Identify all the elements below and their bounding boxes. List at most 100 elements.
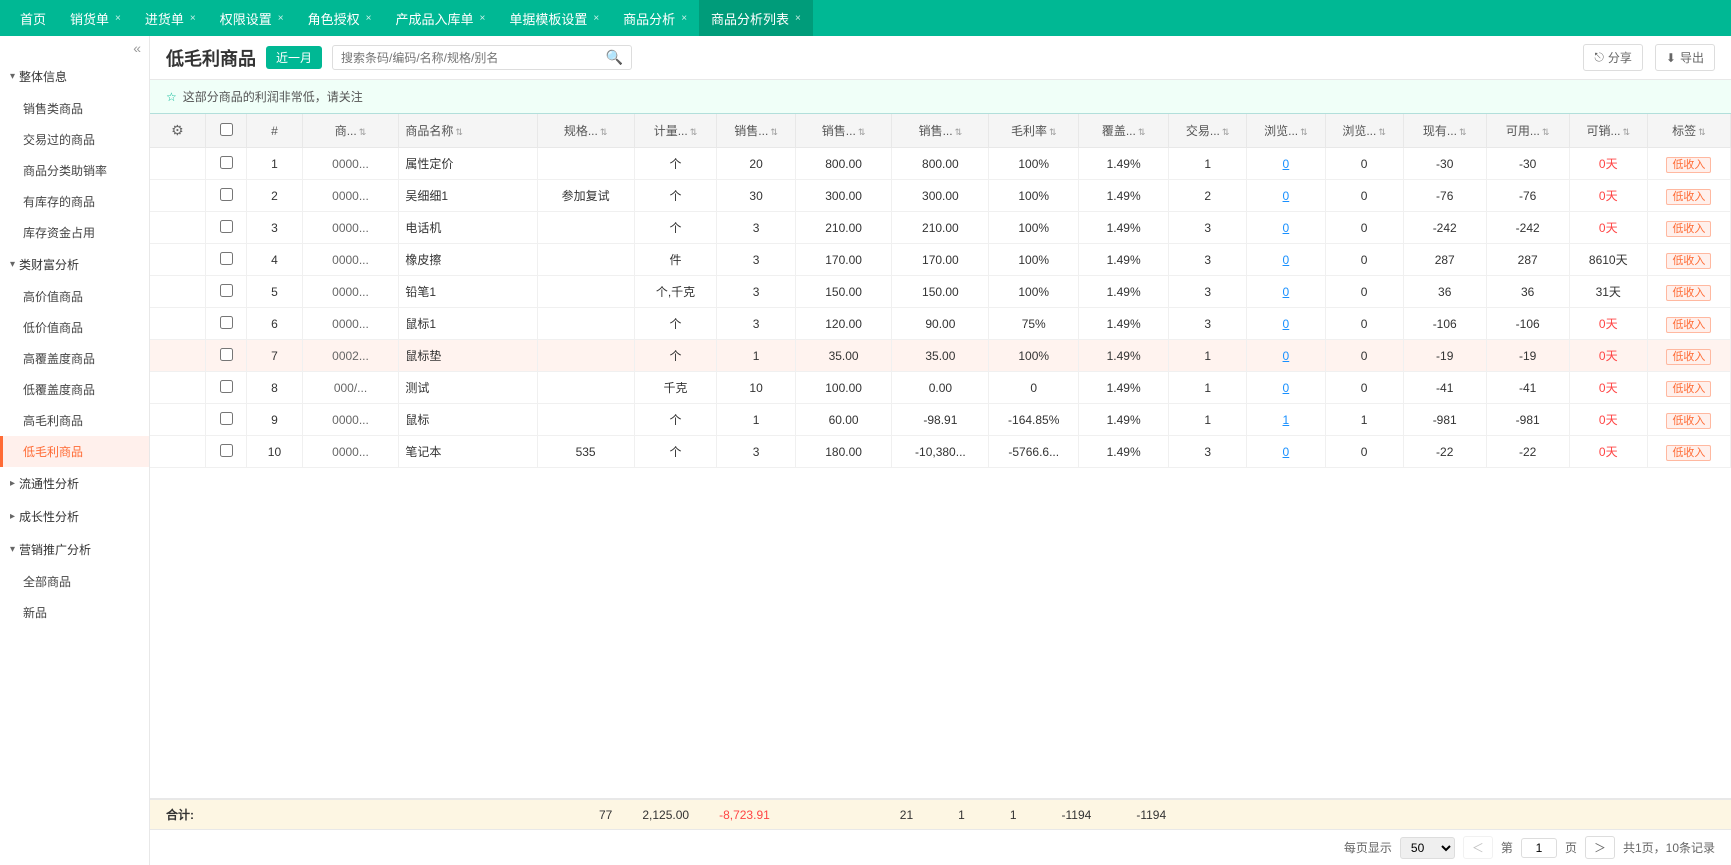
th-tag[interactable]: 标签⇅ — [1647, 114, 1730, 148]
nav-close-icon[interactable]: × — [190, 13, 196, 24]
th-avail[interactable]: 可用...⇅ — [1486, 114, 1569, 148]
gear-icon[interactable]: ⚙ — [171, 122, 184, 138]
row-checkbox[interactable] — [220, 444, 233, 457]
cell-browse1[interactable]: 0 — [1247, 244, 1325, 276]
th-sale-total[interactable]: 销售...⇅ — [892, 114, 989, 148]
th-cover-rate[interactable]: 覆盖...⇅ — [1079, 114, 1169, 148]
cell-browse1[interactable]: 0 — [1247, 212, 1325, 244]
date-filter-button[interactable]: 近一月 — [266, 46, 322, 69]
sidebar-section-growth[interactable]: ▸ 成长性分析 — [0, 500, 149, 533]
cell-browse1[interactable]: 0 — [1247, 276, 1325, 308]
row-checkbox[interactable] — [220, 156, 233, 169]
row-checkbox[interactable] — [220, 220, 233, 233]
nav-close-icon[interactable]: × — [593, 13, 599, 24]
th-gross-rate[interactable]: 毛利率⇅ — [989, 114, 1079, 148]
page-size-select[interactable]: 50 100 200 — [1400, 837, 1455, 859]
cell-sale-total: 90.00 — [892, 308, 989, 340]
cell-checkbox[interactable] — [205, 180, 246, 212]
th-browse1[interactable]: 浏览...⇅ — [1247, 114, 1325, 148]
sidebar-item-stock-capital[interactable]: 库存资金占用 — [0, 217, 149, 248]
search-icon[interactable]: 🔍 — [606, 49, 623, 66]
sidebar-item-low-margin[interactable]: 低毛利商品 — [0, 436, 149, 467]
th-name[interactable]: 商品名称⇅ — [399, 114, 537, 148]
th-unit[interactable]: 计量...⇅ — [634, 114, 717, 148]
sidebar-item-high-value[interactable]: 高价值商品 — [0, 281, 149, 312]
sidebar-item-high-coverage[interactable]: 高覆盖度商品 — [0, 343, 149, 374]
nav-home[interactable]: 首页 — [8, 0, 58, 36]
sidebar-item-new-goods[interactable]: 新品 — [0, 597, 149, 628]
cell-checkbox[interactable] — [205, 148, 246, 180]
th-settings[interactable]: ⚙ — [150, 114, 205, 148]
nav-product-instock[interactable]: 产成品入库单 × — [383, 0, 497, 36]
sidebar-item-low-value[interactable]: 低价值商品 — [0, 312, 149, 343]
nav-template[interactable]: 单据模板设置 × — [497, 0, 611, 36]
cell-checkbox[interactable] — [205, 372, 246, 404]
nav-close-icon[interactable]: × — [681, 13, 687, 24]
select-all-checkbox[interactable] — [220, 123, 233, 136]
cell-checkbox[interactable] — [205, 212, 246, 244]
cell-browse1[interactable]: 0 — [1247, 308, 1325, 340]
nav-close-icon[interactable]: × — [366, 13, 372, 24]
th-sale-price[interactable]: 销售...⇅ — [795, 114, 892, 148]
cell-checkbox[interactable] — [205, 308, 246, 340]
th-trade-num[interactable]: 交易...⇅ — [1169, 114, 1247, 148]
sidebar-item-all-goods[interactable]: 全部商品 — [0, 566, 149, 597]
export-button[interactable]: ⬇ 导出 — [1655, 44, 1715, 71]
cell-sale-num: 3 — [717, 436, 795, 468]
th-checkbox[interactable] — [205, 114, 246, 148]
cell-checkbox[interactable] — [205, 404, 246, 436]
nav-close-icon[interactable]: × — [479, 13, 485, 24]
sidebar-item-sales-goods[interactable]: 销售类商品 — [0, 93, 149, 124]
cell-checkbox[interactable] — [205, 244, 246, 276]
th-stock[interactable]: 现有...⇅ — [1403, 114, 1486, 148]
row-checkbox[interactable] — [220, 252, 233, 265]
share-button[interactable]: ⎋ 分享 — [1583, 44, 1643, 71]
row-checkbox[interactable] — [220, 412, 233, 425]
cell-tag: 低收入 — [1647, 308, 1730, 340]
nav-close-icon[interactable]: × — [795, 13, 801, 24]
th-spec[interactable]: 规格...⇅ — [537, 114, 634, 148]
row-checkbox[interactable] — [220, 380, 233, 393]
sidebar-section-circulation[interactable]: ▸ 流通性分析 — [0, 467, 149, 500]
row-checkbox[interactable] — [220, 316, 233, 329]
nav-close-icon[interactable]: × — [278, 13, 284, 24]
cell-checkbox[interactable] — [205, 340, 246, 372]
cell-browse1[interactable]: 0 — [1247, 180, 1325, 212]
th-code[interactable]: 商...⇅ — [302, 114, 399, 148]
sidebar-item-traded-goods[interactable]: 交易过的商品 — [0, 124, 149, 155]
nav-close-icon[interactable]: × — [115, 13, 121, 24]
sidebar-collapse-btn[interactable]: « — [133, 40, 141, 56]
page-number-input[interactable] — [1521, 838, 1557, 858]
cell-checkbox[interactable] — [205, 436, 246, 468]
export-icon: ⬇ — [1666, 51, 1676, 65]
th-saleable-days[interactable]: 可销...⇅ — [1569, 114, 1647, 148]
cell-browse1[interactable]: 0 — [1247, 148, 1325, 180]
cell-browse1[interactable]: 0 — [1247, 436, 1325, 468]
row-checkbox[interactable] — [220, 188, 233, 201]
row-checkbox[interactable] — [220, 348, 233, 361]
th-sale-num[interactable]: 销售...⇅ — [717, 114, 795, 148]
sidebar-section-marketing[interactable]: ▾ 营销推广分析 — [0, 533, 149, 566]
sidebar-item-category-rate[interactable]: 商品分类助销率 — [0, 155, 149, 186]
prev-page-button[interactable]: ＜ — [1463, 836, 1493, 859]
nav-purchase-order[interactable]: 进货单 × — [133, 0, 208, 36]
cell-checkbox[interactable] — [205, 276, 246, 308]
sidebar-item-high-margin[interactable]: 高毛利商品 — [0, 405, 149, 436]
cell-sale-price: 210.00 — [795, 212, 892, 244]
th-browse2[interactable]: 浏览...⇅ — [1325, 114, 1403, 148]
nav-permission[interactable]: 权限设置 × — [208, 0, 296, 36]
nav-role-auth[interactable]: 角色授权 × — [296, 0, 384, 36]
cell-browse1[interactable]: 0 — [1247, 340, 1325, 372]
sidebar-item-low-coverage[interactable]: 低覆盖度商品 — [0, 374, 149, 405]
sidebar-section-wealth[interactable]: ▾ 类财富分析 — [0, 248, 149, 281]
nav-product-analysis[interactable]: 商品分析 × — [611, 0, 699, 36]
next-page-button[interactable]: ＞ — [1585, 836, 1615, 859]
sidebar-item-stocked-goods[interactable]: 有库存的商品 — [0, 186, 149, 217]
nav-product-analysis-list[interactable]: 商品分析列表 × — [699, 0, 813, 36]
cell-browse1[interactable]: 1 — [1247, 404, 1325, 436]
search-input[interactable] — [341, 51, 600, 65]
cell-browse1[interactable]: 0 — [1247, 372, 1325, 404]
sidebar-section-overall[interactable]: ▾ 整体信息 — [0, 60, 149, 93]
nav-sales-order[interactable]: 销货单 × — [58, 0, 133, 36]
row-checkbox[interactable] — [220, 284, 233, 297]
